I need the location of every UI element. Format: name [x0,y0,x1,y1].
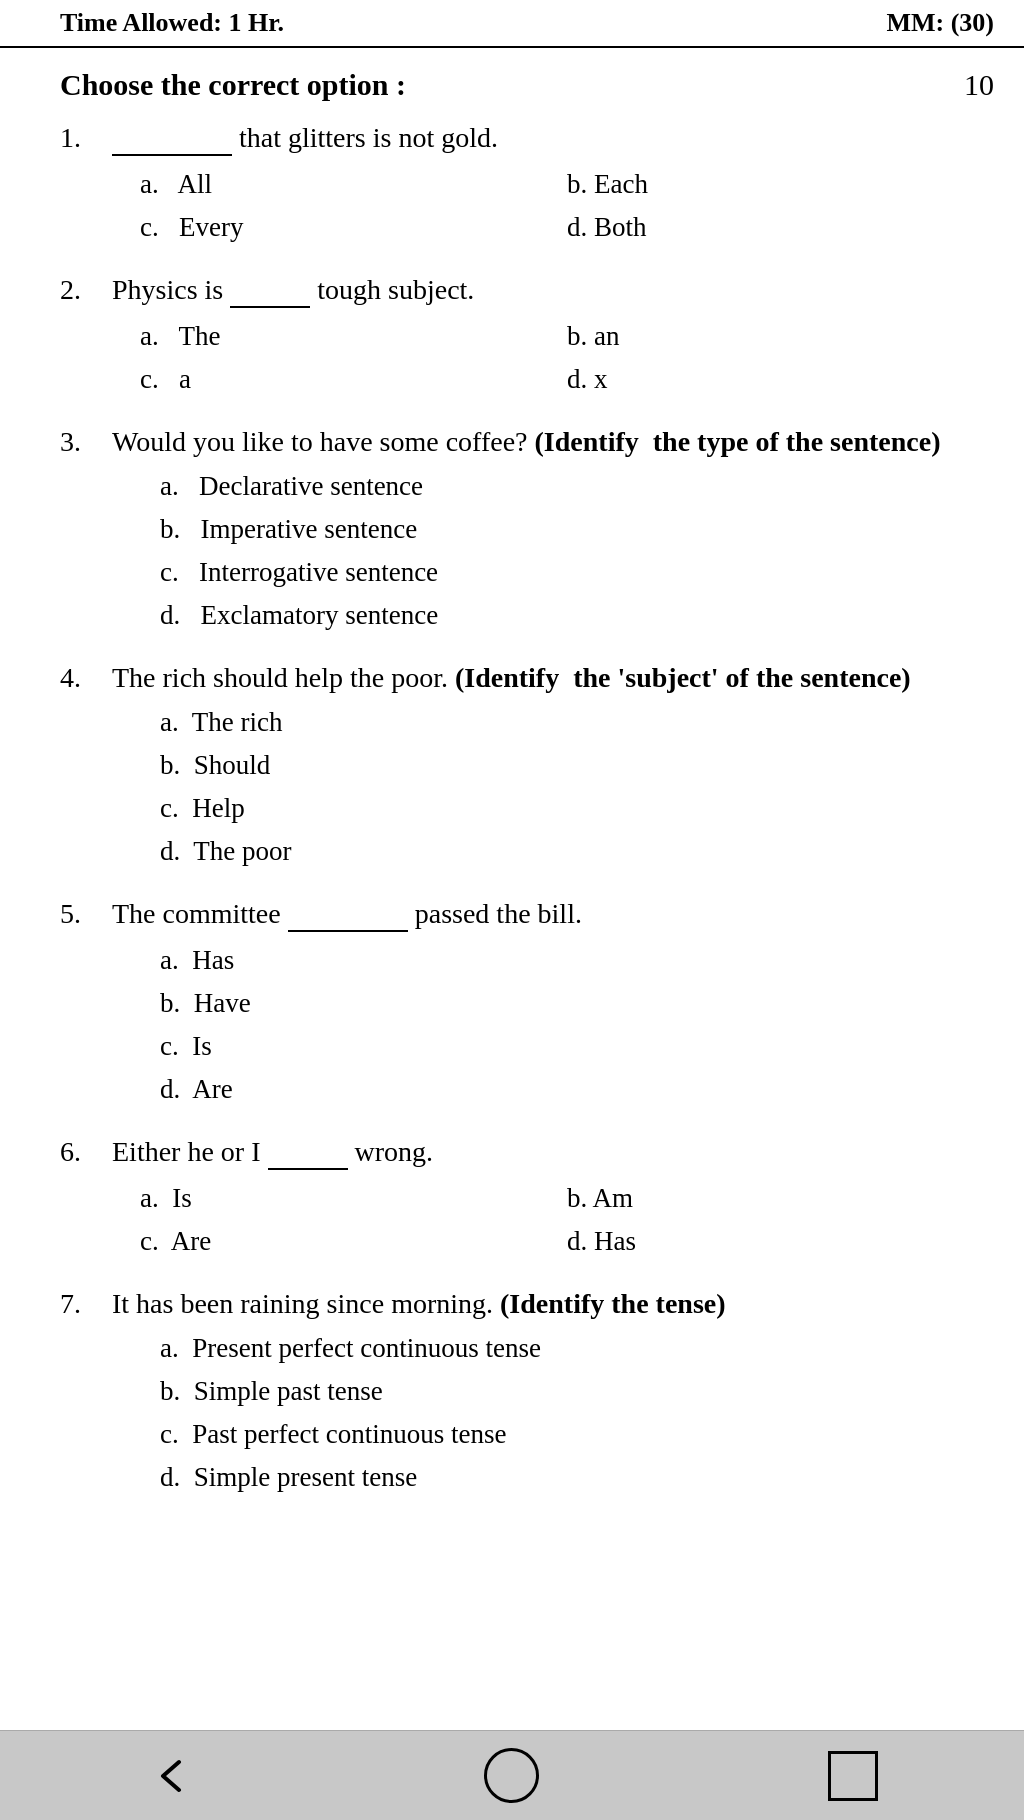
question-5: 5. The committee passed the bill. a. Has… [60,898,994,1108]
q2-option-a: a. The [140,318,567,355]
q7-option-c: c. Past perfect continuous tense [160,1416,994,1453]
question-5-row: 5. The committee passed the bill. [60,898,994,932]
question-6-text: Either he or I wrong. [112,1136,994,1170]
back-button[interactable] [136,1741,206,1811]
header-right: MM: (30) [886,8,994,38]
question-5-num: 5. [60,898,100,930]
q7-option-d: d. Simple present tense [160,1459,994,1496]
q1-option-c: c. Every [140,209,567,246]
question-6-row: 6. Either he or I wrong. [60,1136,994,1170]
q3-option-d: d. Exclamatory sentence [160,597,994,634]
question-3: 3. Would you like to have some coffee? (… [60,426,994,634]
blank-5 [288,898,408,932]
q5-option-c: c. Is [160,1028,994,1065]
q7-option-a: a. Present perfect continuous tense [160,1330,994,1367]
question-7-text: It has been raining since morning. (Iden… [112,1288,994,1320]
question-4-text: The rich should help the poor. (Identify… [112,662,994,694]
question-3-options: a. Declarative sentence b. Imperative se… [160,468,994,634]
q6-option-b: b. Am [567,1180,994,1217]
q3-option-a: a. Declarative sentence [160,468,994,505]
back-icon [151,1756,191,1796]
question-3-identify: (Identify the type of the sentence) [535,426,941,457]
question-2: 2. Physics is tough subject. a. The b. a… [60,274,994,398]
question-2-num: 2. [60,274,100,306]
q4-option-c: c. Help [160,790,994,827]
question-5-text: The committee passed the bill. [112,898,994,932]
question-5-options: a. Has b. Have c. Is d. Are [160,942,994,1108]
question-3-row: 3. Would you like to have some coffee? (… [60,426,994,458]
question-6: 6. Either he or I wrong. a. Is b. Am c. … [60,1136,994,1260]
blank-2 [230,274,310,308]
q3-option-c: c. Interrogative sentence [160,554,994,591]
question-7: 7. It has been raining since morning. (I… [60,1288,994,1496]
question-1-num: 1. [60,122,100,154]
question-4: 4. The rich should help the poor. (Ident… [60,662,994,870]
question-4-identify: (Identify the 'subject' of the sentence) [455,662,911,693]
q5-option-a: a. Has [160,942,994,979]
q6-option-a: a. Is [140,1180,567,1217]
question-1-text: that glitters is not gold. [112,122,994,156]
home-icon [484,1748,539,1803]
section-header: Choose the correct option : 10 [60,68,994,102]
question-2-row: 2. Physics is tough subject. [60,274,994,308]
q4-option-a: a. The rich [160,704,994,741]
q6-option-d: d. Has [567,1223,994,1260]
question-4-options: a. The rich b. Should c. Help d. The poo… [160,704,994,870]
q2-option-b: b. an [567,318,994,355]
home-button[interactable] [477,1741,547,1811]
bottom-navigation [0,1730,1024,1820]
q4-option-b: b. Should [160,747,994,784]
question-3-num: 3. [60,426,100,458]
q3-option-b: b. Imperative sentence [160,511,994,548]
q7-option-b: b. Simple past tense [160,1373,994,1410]
blank-6 [268,1136,348,1170]
q1-option-a: a. All [140,166,567,203]
q4-option-d: d. The poor [160,833,994,870]
q1-option-b: b. Each [567,166,994,203]
section-marks: 10 [964,68,994,102]
question-3-text: Would you like to have some coffee? (Ide… [112,426,994,458]
q5-option-b: b. Have [160,985,994,1022]
q6-option-c: c. Are [140,1223,567,1260]
recents-icon [828,1751,878,1801]
question-6-num: 6. [60,1136,100,1168]
main-content: Choose the correct option : 10 1. that g… [0,48,1024,1730]
question-7-num: 7. [60,1288,100,1320]
top-bar: Time Allowed: 1 Hr. MM: (30) [0,0,1024,48]
q2-option-d: d. x [567,361,994,398]
question-2-options: a. The b. an c. a d. x [140,318,994,398]
question-7-row: 7. It has been raining since morning. (I… [60,1288,994,1320]
q1-option-d: d. Both [567,209,994,246]
question-6-options: a. Is b. Am c. Are d. Has [140,1180,994,1260]
question-4-row: 4. The rich should help the poor. (Ident… [60,662,994,694]
header-left: Time Allowed: 1 Hr. [60,8,284,38]
question-2-text: Physics is tough subject. [112,274,994,308]
blank-1 [112,122,232,156]
recents-button[interactable] [818,1741,888,1811]
question-1-row: 1. that glitters is not gold. [60,122,994,156]
q2-option-c: c. a [140,361,567,398]
question-1: 1. that glitters is not gold. a. All b. … [60,122,994,246]
question-1-options: a. All b. Each c. Every d. Both [140,166,994,246]
question-7-options: a. Present perfect continuous tense b. S… [160,1330,994,1496]
section-title: Choose the correct option : [60,68,406,102]
question-7-identify: (Identify the tense) [500,1288,726,1319]
question-4-num: 4. [60,662,100,694]
q5-option-d: d. Are [160,1071,994,1108]
